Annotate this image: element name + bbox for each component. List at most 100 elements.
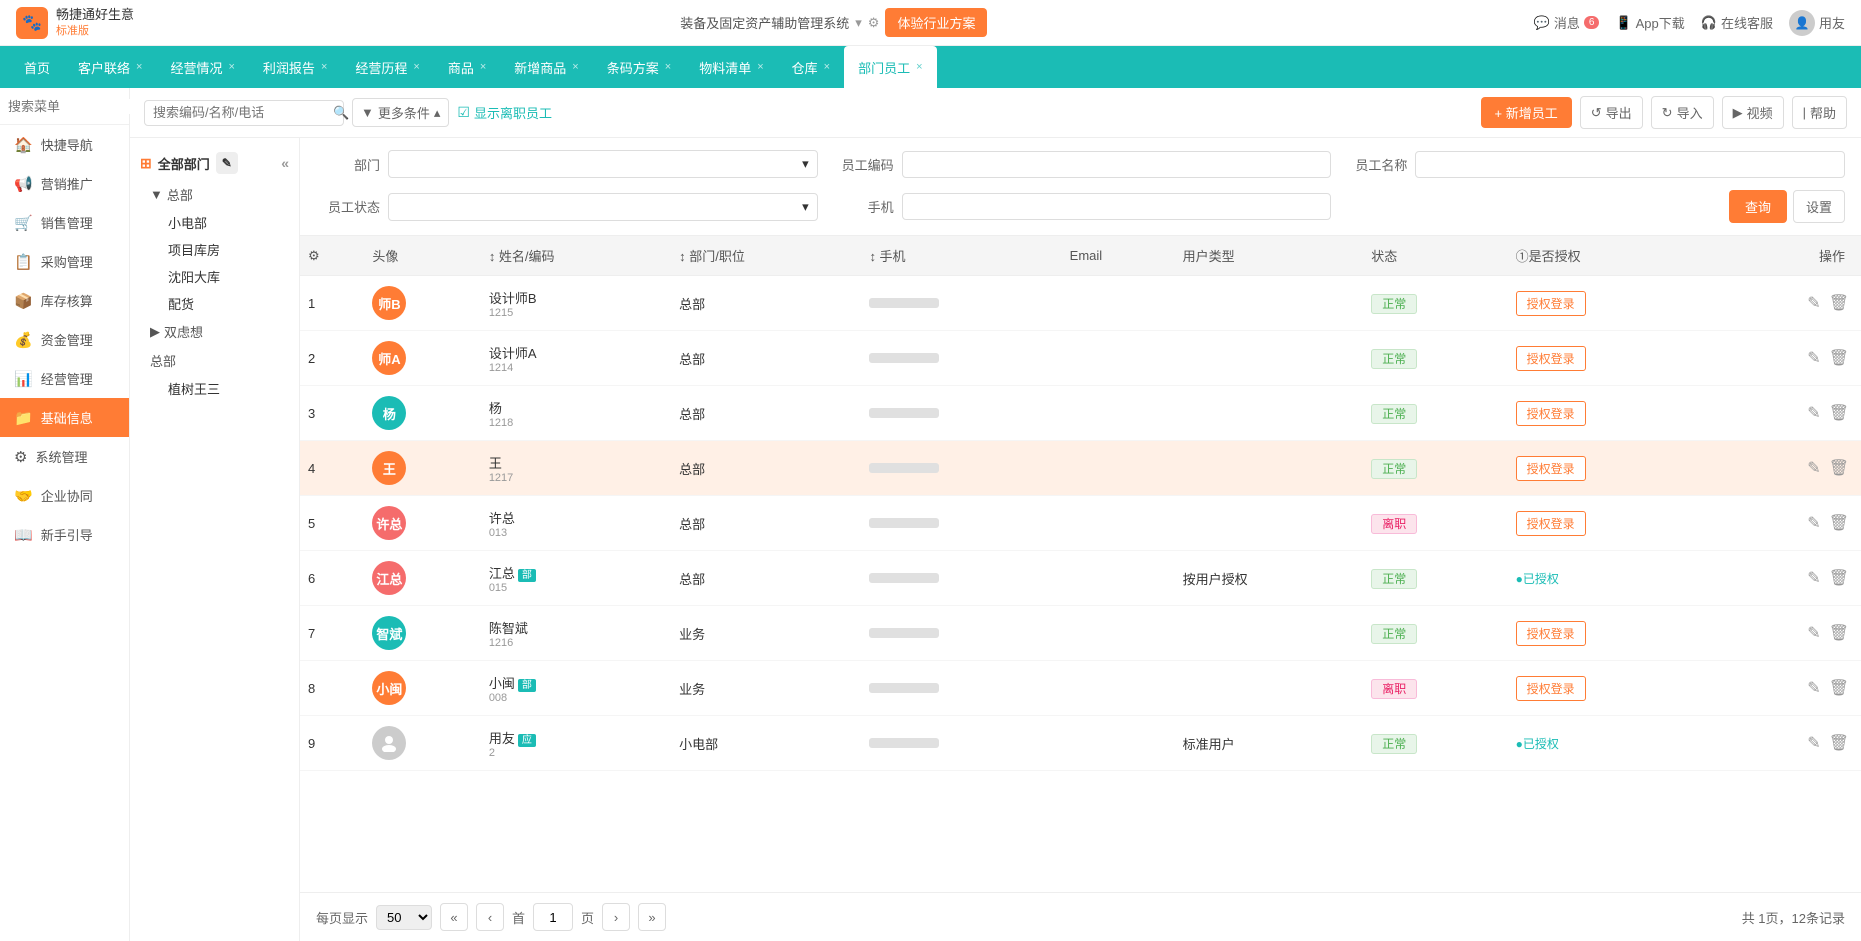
close-icon[interactable]: × — [665, 61, 671, 73]
delete-button[interactable]: 🗑 — [1825, 566, 1853, 590]
status-select[interactable]: ▾ — [388, 193, 818, 221]
import-button[interactable]: ↻ 导入 — [1651, 96, 1714, 129]
reset-button[interactable]: 设置 — [1793, 190, 1845, 223]
close-icon[interactable]: × — [757, 61, 763, 73]
delete-button[interactable]: 🗑 — [1825, 676, 1853, 700]
help-button[interactable]: | 帮助 — [1792, 96, 1847, 129]
sidebar-item-marketing[interactable]: 📢 营销推广 — [0, 164, 129, 203]
page-number-input[interactable] — [533, 903, 573, 931]
col-dept[interactable]: ↕ 部门/职位 — [671, 236, 861, 276]
dept-item-double[interactable]: ▶ 双虑想 — [130, 317, 299, 346]
nav-tab-employee[interactable]: 部门员工 × — [844, 46, 936, 88]
dept-item-general[interactable]: ▼ 总部 — [130, 180, 299, 209]
next-page-btn[interactable]: › — [602, 903, 630, 931]
edit-button[interactable]: ✎ — [1803, 456, 1824, 480]
settings-icon[interactable]: ⚙ — [868, 15, 880, 31]
col-settings[interactable]: ⚙ — [300, 236, 364, 276]
auth-login-button[interactable]: 授权登录 — [1516, 456, 1586, 481]
nav-tab-operation[interactable]: 经营情况 × — [156, 46, 248, 88]
delete-button[interactable]: 🗑 — [1825, 401, 1853, 425]
sidebar-item-basic[interactable]: 📁 基础信息 — [0, 398, 129, 437]
sidebar-item-quick-nav[interactable]: 🏠 快捷导航 — [0, 125, 129, 164]
dept-subitem-shenyang[interactable]: 沈阳大库 — [158, 263, 299, 290]
close-icon[interactable]: × — [321, 61, 327, 73]
edit-button[interactable]: ✎ — [1803, 401, 1824, 425]
more-filter-btn[interactable]: ▼ 更多条件 ▴ — [352, 98, 449, 127]
auth-login-button[interactable]: 授权登录 — [1516, 291, 1586, 316]
sidebar-item-guide[interactable]: 📖 新手引导 — [0, 515, 129, 554]
view-button[interactable]: ▶ 视频 — [1722, 96, 1784, 129]
nav-tab-bom[interactable]: 物料清单 × — [685, 46, 777, 88]
collapse-btn[interactable]: « — [281, 155, 289, 171]
prev-page-btn[interactable]: ‹ — [476, 903, 504, 931]
dept-subitem-small-elec[interactable]: 小电部 — [158, 209, 299, 236]
dept-subitem-distribution[interactable]: 配货 — [158, 290, 299, 317]
auth-login-button[interactable]: 授权登录 — [1516, 401, 1586, 426]
dept-select[interactable]: ▾ — [388, 150, 818, 178]
close-icon[interactable]: × — [916, 61, 922, 73]
nav-tab-customer[interactable]: 客户联络 × — [64, 46, 156, 88]
export-button[interactable]: ↺ 导出 — [1580, 96, 1643, 129]
delete-button[interactable]: 🗑 — [1825, 346, 1853, 370]
nav-tab-profit[interactable]: 利润报告 × — [249, 46, 341, 88]
query-button[interactable]: 查询 — [1729, 190, 1787, 223]
first-page-btn[interactable]: « — [440, 903, 468, 931]
close-icon[interactable]: × — [413, 61, 419, 73]
auth-login-button[interactable]: 授权登录 — [1516, 511, 1586, 536]
dept-subitem-plant[interactable]: 植树王三 — [158, 375, 299, 402]
edit-button[interactable]: ✎ — [1803, 566, 1824, 590]
sidebar-item-finance[interactable]: 💰 资金管理 — [0, 320, 129, 359]
show-resigned-toggle[interactable]: ☑ 显示离职员工 — [457, 103, 552, 122]
nav-tab-goods[interactable]: 商品 × — [434, 46, 500, 88]
sidebar-item-operation[interactable]: 📊 经营管理 — [0, 359, 129, 398]
nav-tab-home[interactable]: 首页 — [10, 46, 64, 88]
close-icon[interactable]: × — [228, 61, 234, 73]
online-service-btn[interactable]: 🎧 在线客服 — [1701, 13, 1773, 32]
edit-button[interactable]: ✎ — [1803, 621, 1824, 645]
auth-login-button[interactable]: 授权登录 — [1516, 676, 1586, 701]
edit-button[interactable]: ✎ — [1803, 731, 1824, 755]
edit-button[interactable]: ✎ — [1803, 676, 1824, 700]
row-avatar: 小闽 — [364, 661, 480, 716]
dept-subitem-project[interactable]: 项目库房 — [158, 236, 299, 263]
nav-tab-barcode[interactable]: 条码方案 × — [593, 46, 685, 88]
per-page-select[interactable]: 50 20 100 — [376, 905, 432, 930]
app-download-btn[interactable]: 📱 App下载 — [1615, 13, 1684, 32]
sidebar-item-sales[interactable]: 🛒 销售管理 — [0, 203, 129, 242]
delete-button[interactable]: 🗑 — [1825, 731, 1853, 755]
auth-login-button[interactable]: 授权登录 — [1516, 621, 1586, 646]
sidebar-item-company[interactable]: 🤝 企业协同 — [0, 476, 129, 515]
trial-button[interactable]: 体验行业方案 — [885, 8, 987, 37]
auth-login-button[interactable]: 授权登录 — [1516, 346, 1586, 371]
dept-edit-btn[interactable]: ✎ — [216, 152, 238, 174]
last-page-btn[interactable]: » — [638, 903, 666, 931]
nav-tab-addgoods[interactable]: 新增商品 × — [500, 46, 592, 88]
close-icon[interactable]: × — [572, 61, 578, 73]
edit-button[interactable]: ✎ — [1803, 511, 1824, 535]
edit-button[interactable]: ✎ — [1803, 346, 1824, 370]
emp-name-input[interactable] — [1415, 151, 1845, 178]
delete-button[interactable]: 🗑 — [1825, 456, 1853, 480]
sidebar-item-purchase[interactable]: 📋 采购管理 — [0, 242, 129, 281]
edit-button[interactable]: ✎ — [1803, 291, 1824, 315]
dept-item-headquarters[interactable]: 总部 — [130, 346, 299, 375]
emp-code-input[interactable] — [902, 151, 1332, 178]
user-btn[interactable]: 👤 用友 — [1789, 10, 1845, 36]
search-input-main[interactable] — [153, 105, 329, 120]
sidebar-item-inventory[interactable]: 📦 库存核算 — [0, 281, 129, 320]
nav-tab-history[interactable]: 经营历程 × — [341, 46, 433, 88]
nav-tabs: 首页 客户联络 × 经营情况 × 利润报告 × 经营历程 × 商品 × 新增商品… — [0, 46, 1861, 88]
nav-tab-warehouse[interactable]: 仓库 × — [778, 46, 844, 88]
phone-input[interactable] — [902, 193, 1332, 220]
close-icon[interactable]: × — [136, 61, 142, 73]
col-phone[interactable]: ↕ 手机 — [861, 236, 1061, 276]
close-icon[interactable]: × — [824, 61, 830, 73]
delete-button[interactable]: 🗑 — [1825, 291, 1853, 315]
message-btn[interactable]: 💬 消息 6 — [1534, 13, 1600, 32]
delete-button[interactable]: 🗑 — [1825, 511, 1853, 535]
col-name[interactable]: ↕ 姓名/编码 — [481, 236, 671, 276]
delete-button[interactable]: 🗑 — [1825, 621, 1853, 645]
add-employee-button[interactable]: + 新增员工 — [1481, 97, 1572, 128]
sidebar-item-system[interactable]: ⚙ 系统管理 — [0, 437, 129, 476]
close-icon[interactable]: × — [480, 61, 486, 73]
